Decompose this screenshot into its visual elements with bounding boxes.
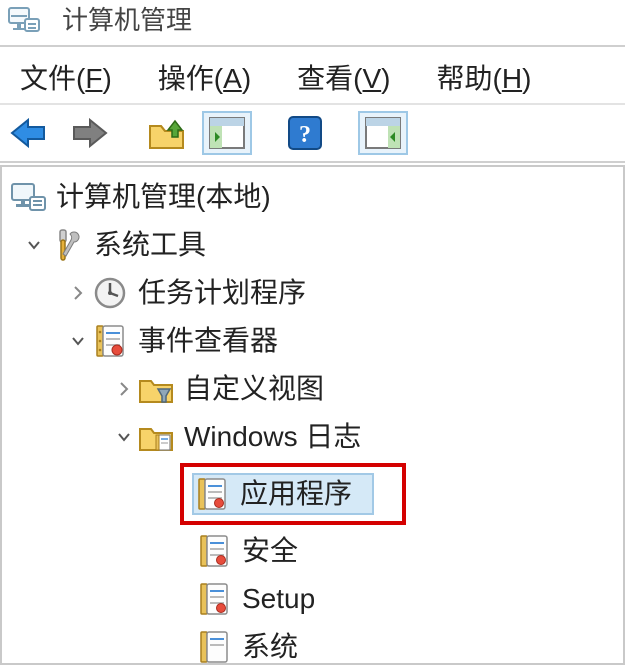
log-icon [196, 581, 232, 617]
help-icon: ? [286, 114, 324, 152]
arrow-left-icon [10, 118, 48, 148]
app-icon [6, 1, 42, 37]
tree-item-system[interactable]: 系统 [6, 623, 619, 671]
pane-right-icon [363, 115, 403, 151]
tree-item-security[interactable]: 安全 [6, 527, 619, 575]
menu-bar: 文件(F) 操作(A) 查看(V) 帮助(H) [0, 45, 625, 105]
tree-label: Setup [242, 582, 315, 616]
action-pane-button[interactable] [358, 111, 408, 155]
title-bar: 计算机管理 [0, 0, 625, 45]
chevron-down-icon[interactable] [110, 423, 138, 451]
tree-item-application[interactable]: 应用程序 [6, 461, 619, 527]
tree-item-custom-views[interactable]: 自定义视图 [6, 365, 619, 413]
back-button[interactable] [4, 111, 54, 155]
toolbar: ? [0, 105, 625, 163]
help-button[interactable]: ? [280, 111, 330, 155]
folder-filter-icon [138, 371, 174, 407]
folder-up-icon [147, 115, 187, 151]
menu-view[interactable]: 查看(V) [297, 57, 390, 97]
log-icon [194, 476, 230, 512]
tree-label: 系统工具 [94, 228, 206, 262]
window-title: 计算机管理 [62, 0, 192, 37]
log-icon [196, 629, 232, 665]
chevron-down-icon[interactable] [64, 327, 92, 355]
tree-label: 安全 [242, 534, 298, 568]
pane-left-icon [207, 115, 247, 151]
tree-label: 自定义视图 [184, 372, 324, 406]
tree-item-windows-logs[interactable]: Windows 日志 [6, 413, 619, 461]
chevron-down-icon[interactable] [20, 231, 48, 259]
up-button[interactable] [142, 111, 192, 155]
forward-button[interactable] [64, 111, 114, 155]
tree-label: 系统 [242, 630, 298, 664]
tree-item-task-scheduler[interactable]: 任务计划程序 [6, 269, 619, 317]
tree-label: Windows 日志 [184, 420, 361, 454]
console-tree-button[interactable] [202, 111, 252, 155]
tree-item-root[interactable]: 计算机管理(本地) [6, 173, 619, 221]
menu-help[interactable]: 帮助(H) [437, 57, 532, 97]
log-icon [196, 533, 232, 569]
folder-log-icon [138, 419, 174, 455]
tree-item-event-viewer[interactable]: 事件查看器 [6, 317, 619, 365]
menu-action[interactable]: 操作(A) [158, 57, 251, 97]
tree-item-system-tools[interactable]: 系统工具 [6, 221, 619, 269]
event-log-icon [92, 323, 128, 359]
chevron-right-icon[interactable] [64, 279, 92, 307]
arrow-right-icon [70, 118, 108, 148]
clock-icon [92, 275, 128, 311]
tree-view[interactable]: 计算机管理(本地) 系统工具 任务 [0, 165, 625, 665]
menu-file[interactable]: 文件(F) [20, 57, 112, 97]
tools-icon [48, 227, 84, 263]
tree-label: 应用程序 [240, 477, 352, 511]
tree-label: 事件查看器 [138, 324, 278, 358]
tree-item-setup[interactable]: Setup [6, 575, 619, 623]
highlight-box: 应用程序 [180, 463, 406, 525]
tree-label: 计算机管理(本地) [56, 180, 271, 214]
svg-text:?: ? [299, 122, 311, 148]
chevron-right-icon[interactable] [110, 375, 138, 403]
tree-label: 任务计划程序 [138, 276, 306, 310]
computer-icon [10, 179, 46, 215]
